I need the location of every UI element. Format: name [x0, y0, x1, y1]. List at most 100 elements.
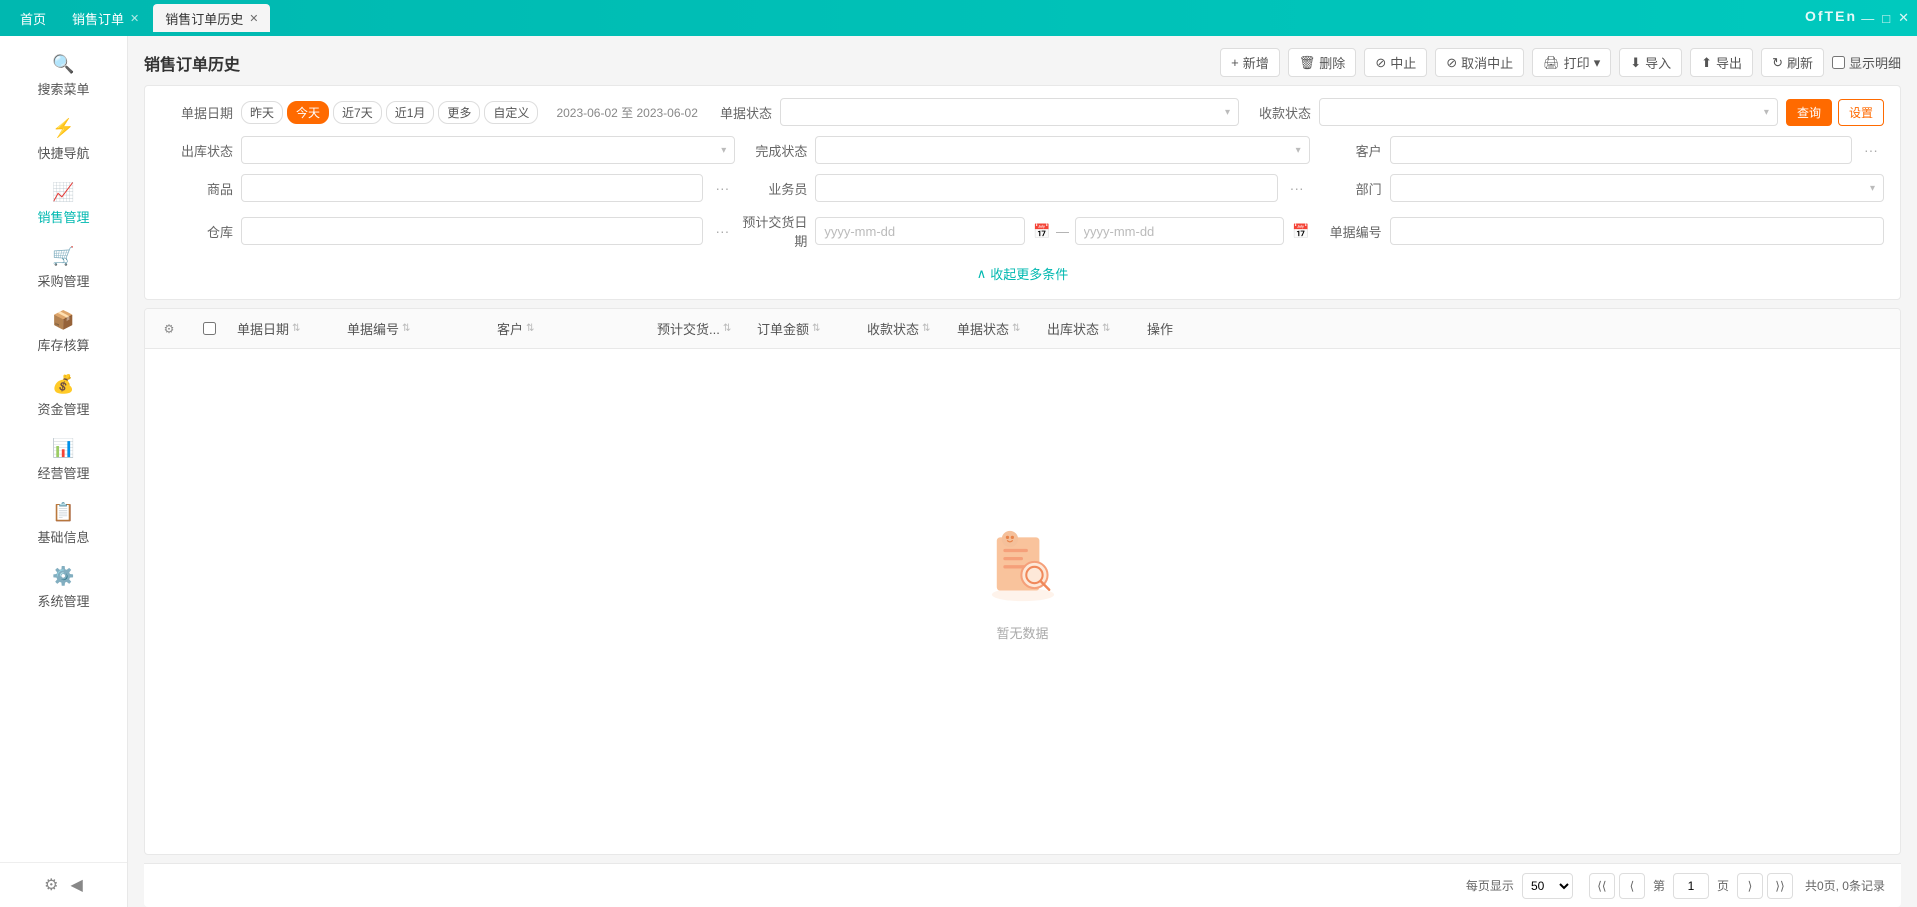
import-icon: ⬇ [1630, 55, 1641, 71]
tab-sales-order-history[interactable]: 销售订单历史 ✕ [153, 4, 270, 32]
label-bill-date: 单据日期 [161, 103, 241, 122]
sidebar-item-quick-nav[interactable]: ⚡ 快捷导航 [0, 108, 127, 172]
warehouse-input[interactable] [241, 217, 703, 245]
th-settings[interactable]: ⚙ [149, 322, 189, 336]
sidebar-item-finance[interactable]: 💰 资金管理 [0, 364, 127, 428]
select-all-checkbox[interactable] [203, 322, 216, 335]
th-checkbox[interactable] [189, 322, 229, 335]
date-custom[interactable]: 自定义 [484, 101, 538, 124]
th-delivery-date[interactable]: 预计交货... ⇅ [649, 319, 749, 338]
date-control: 昨天 今天 近7天 近1月 更多 自定义 2023-06-02 至 2023-0… [241, 101, 700, 124]
empty-icon [973, 521, 1073, 611]
page-size-select[interactable]: 20 50 100 [1522, 873, 1573, 899]
collapse-row[interactable]: ∧ 收起更多条件 [161, 260, 1884, 287]
customer-ellipsis-icon[interactable]: ··· [1858, 140, 1884, 160]
bill-status-control: ▾ [780, 98, 1239, 126]
delete-button[interactable]: 🗑 删除 [1288, 48, 1357, 77]
collapse-icon: ∧ [977, 266, 987, 282]
bill-number-input[interactable] [1390, 217, 1884, 245]
label-bill-status: 单据状态 [700, 103, 780, 122]
goods-ellipsis-icon[interactable]: ··· [709, 178, 735, 198]
th-bill-number[interactable]: 单据编号 ⇅ [339, 319, 489, 338]
export-button[interactable]: ⬆ 导出 [1690, 48, 1753, 77]
th-action: 操作 [1139, 319, 1896, 338]
complete-status-select[interactable]: ▾ [815, 136, 1309, 164]
sidebar-item-basic-info[interactable]: 📋 基础信息 [0, 492, 127, 556]
th-delivery-status[interactable]: 出库状态 ⇅ [1039, 319, 1139, 338]
th-order-status[interactable]: 单据状态 ⇅ [949, 319, 1039, 338]
date-today[interactable]: 今天 [287, 101, 329, 124]
payment-status-arrow-icon: ▾ [1764, 107, 1769, 118]
print-button[interactable]: 🖨 打印 ▾ [1532, 48, 1611, 77]
salesperson-ellipsis-icon[interactable]: ··· [1284, 178, 1310, 198]
prev-page-btn[interactable]: ⟨ [1619, 873, 1645, 899]
bill-status-select[interactable]: ▾ [780, 98, 1239, 126]
th-customer[interactable]: 客户 ⇅ [489, 319, 649, 338]
stop-button[interactable]: ⊘ 中止 [1364, 48, 1427, 77]
search-menu-icon: 🔍 [52, 54, 74, 75]
date-more[interactable]: 更多 [438, 101, 480, 124]
sort-delivery-icon: ⇅ [723, 323, 731, 334]
show-detail-checkbox-label[interactable]: 显示明细 [1832, 53, 1901, 72]
filter-row-3: 商品 ··· 业务员 ··· 部门 ▾ [161, 174, 1884, 202]
settings-bottom-icon[interactable]: ⚙ [44, 875, 58, 895]
close-tab-sales-order-history-icon[interactable]: ✕ [249, 12, 258, 25]
maximize-btn[interactable]: □ [1882, 11, 1890, 26]
customer-input[interactable] [1390, 136, 1852, 164]
th-payment-status[interactable]: 收款状态 ⇅ [859, 319, 949, 338]
page-title: 销售订单历史 [144, 51, 240, 75]
payment-status-select[interactable]: ▾ [1319, 98, 1778, 126]
date-range-display: 2023-06-02 至 2023-06-02 [556, 104, 697, 121]
complete-status-control: ▾ [815, 136, 1309, 164]
collapse-sidebar-icon[interactable]: ◀ [71, 875, 83, 895]
minimize-btn[interactable]: — [1861, 11, 1874, 26]
page-label: 第 [1649, 877, 1669, 894]
label-delivery-status: 出库状态 [161, 141, 241, 160]
department-control: ▾ [1390, 174, 1884, 202]
calendar-to-icon[interactable]: 📅 [1292, 223, 1309, 240]
sidebar-item-search[interactable]: 🔍 搜索菜单 [0, 44, 127, 108]
filter-row-1: 单据日期 昨天 今天 近7天 近1月 更多 自定义 2023-06-02 至 2… [161, 98, 1884, 126]
cancel-stop-button[interactable]: ⊘ 取消中止 [1435, 48, 1524, 77]
date-7days[interactable]: 近7天 [333, 101, 382, 124]
sidebar-item-sales[interactable]: 📈 销售管理 [0, 172, 127, 236]
delivery-from-input[interactable] [815, 217, 1025, 245]
department-select[interactable]: ▾ [1390, 174, 1884, 202]
show-detail-checkbox[interactable] [1832, 56, 1845, 69]
calendar-from-icon[interactable]: 📅 [1033, 223, 1050, 240]
payment-status-control: ▾ [1319, 98, 1778, 126]
filter-area: 单据日期 昨天 今天 近7天 近1月 更多 自定义 2023-06-02 至 2… [144, 85, 1901, 300]
operations-icon: 📊 [52, 438, 74, 459]
date-yesterday[interactable]: 昨天 [241, 101, 283, 124]
sidebar-item-inventory[interactable]: 📦 库存核算 [0, 300, 127, 364]
new-button[interactable]: + 新增 [1220, 48, 1280, 77]
next-page-btn[interactable]: ⟩ [1737, 873, 1763, 899]
close-tab-sales-order-icon[interactable]: ✕ [130, 12, 139, 25]
label-complete-status: 完成状态 [735, 141, 815, 160]
delivery-status-select[interactable]: ▾ [241, 136, 735, 164]
page-number-input[interactable] [1673, 873, 1709, 899]
warehouse-ellipsis-icon[interactable]: ··· [709, 221, 735, 241]
sidebar-item-system[interactable]: ⚙️ 系统管理 [0, 556, 127, 620]
settings-button[interactable]: 设置 [1838, 99, 1884, 126]
tab-sales-order[interactable]: 销售订单 ✕ [60, 4, 151, 32]
th-order-amount[interactable]: 订单金额 ⇅ [749, 319, 859, 338]
first-page-btn[interactable]: ⟨⟨ [1589, 873, 1615, 899]
import-button[interactable]: ⬇ 导入 [1619, 48, 1682, 77]
empty-state: 暂无数据 [145, 349, 1900, 854]
delivery-to-input[interactable] [1075, 217, 1285, 245]
query-button[interactable]: 查询 [1786, 99, 1832, 126]
sidebar-item-purchase[interactable]: 🛒 采购管理 [0, 236, 127, 300]
th-bill-date[interactable]: 单据日期 ⇅ [229, 319, 339, 338]
refresh-button[interactable]: ↻ 刷新 [1761, 48, 1824, 77]
salesperson-input[interactable] [815, 174, 1277, 202]
sidebar-item-operations[interactable]: 📊 经营管理 [0, 428, 127, 492]
salesperson-control: ··· [815, 174, 1309, 202]
close-window-btn[interactable]: ✕ [1898, 10, 1909, 26]
label-expected-delivery: 预计交货日期 [735, 212, 815, 250]
tab-home[interactable]: 首页 [8, 4, 58, 32]
bill-number-control [1390, 217, 1884, 245]
last-page-btn[interactable]: ⟩⟩ [1767, 873, 1793, 899]
goods-input[interactable] [241, 174, 703, 202]
date-1month[interactable]: 近1月 [386, 101, 435, 124]
